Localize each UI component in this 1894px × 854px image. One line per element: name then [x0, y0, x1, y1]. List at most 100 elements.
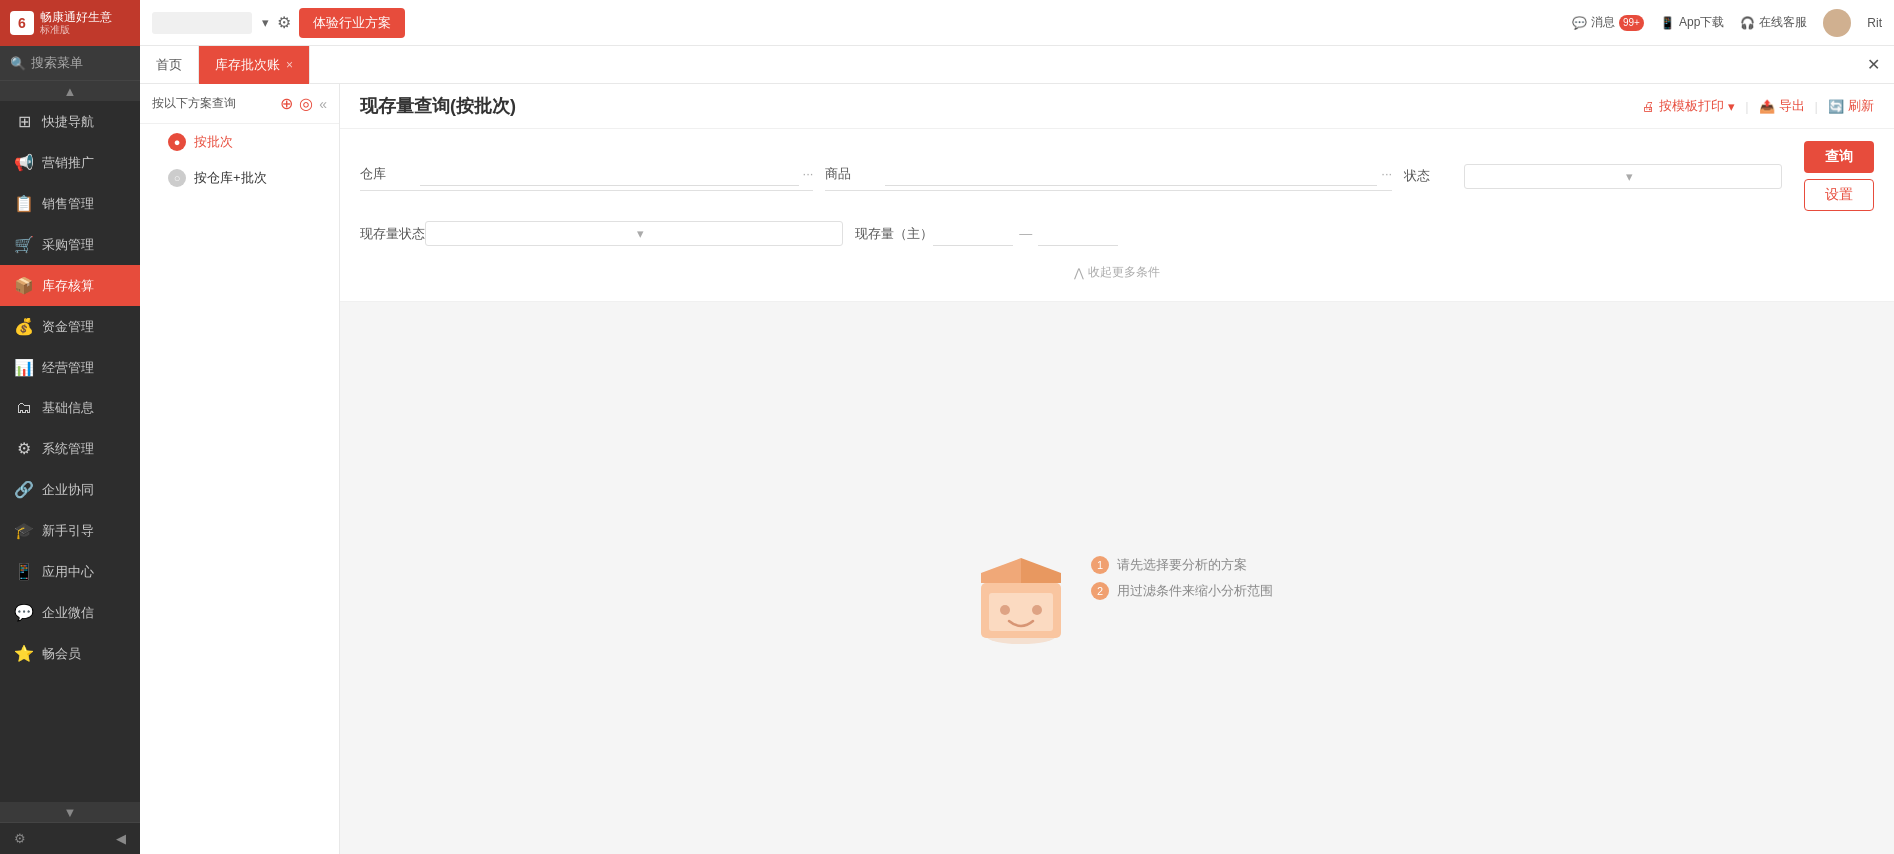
query-button[interactable]: 查询: [1804, 141, 1874, 173]
right-content: 现存量查询(按批次) 🖨 按模板打印 ▾ | 📤 导出 | 🔄: [340, 84, 1894, 854]
settings-button[interactable]: 设置: [1804, 179, 1874, 211]
scheme-item-batch[interactable]: ● 按批次: [140, 124, 339, 160]
app-download-button[interactable]: 📱 App下载: [1660, 14, 1724, 31]
sidebar-item-newbie[interactable]: 🎓 新手引导: [0, 510, 140, 551]
sidebar-item-operations[interactable]: 📊 经营管理: [0, 347, 140, 388]
sidebar-item-purchase[interactable]: 🛒 采购管理: [0, 224, 140, 265]
scheme-label: 按批次: [194, 133, 233, 151]
sidebar-item-weixin[interactable]: 💬 企业微信: [0, 592, 140, 633]
empty-state-content: 1 请先选择要分析的方案 2 用过滤条件来缩小分析范围: [961, 528, 1273, 628]
filter-row-1: 仓库 ··· 商品 ··· 状态 ▾: [360, 141, 1874, 211]
try-industry-button[interactable]: 体验行业方案: [299, 8, 405, 38]
stock-status-select[interactable]: ▾: [425, 221, 843, 246]
sidebar-item-appstore[interactable]: 📱 应用中心: [0, 551, 140, 592]
search-icon: 🔍: [10, 56, 26, 71]
stock-status-field: 现存量状态 ▾: [360, 221, 843, 246]
tab-close-icon[interactable]: ×: [286, 58, 293, 72]
system-icon: ⚙: [14, 439, 34, 458]
warehouse-label: 仓库: [360, 165, 420, 183]
app-name-block: 畅康通好生意 标准版: [40, 10, 112, 36]
online-service-button[interactable]: 🎧 在线客服: [1740, 14, 1807, 31]
qty-label: 现存量（主）: [855, 225, 933, 243]
sidebar-scroll-up[interactable]: ▲: [0, 81, 140, 101]
collapse-sidebar-icon[interactable]: ◀: [116, 831, 126, 846]
sidebar-item-enterprise[interactable]: 🔗 企业协同: [0, 469, 140, 510]
tab-inventory-batch[interactable]: 库存批次账 ×: [199, 46, 310, 84]
app-name: 畅康通好生意: [40, 10, 112, 24]
scheme-item-warehouse-batch[interactable]: ○ 按仓库+批次: [140, 160, 339, 196]
page-title: 现存量查询(按批次): [360, 94, 516, 118]
app-edition: 标准版: [40, 24, 112, 36]
svg-marker-4: [1021, 558, 1061, 583]
messages-label: 消息: [1591, 14, 1615, 31]
sidebar-search-label: 搜索菜单: [31, 54, 83, 72]
sidebar-item-basics[interactable]: 🗂 基础信息: [0, 388, 140, 428]
sidebar-item-quick-nav[interactable]: ⊞ 快捷导航: [0, 101, 140, 142]
headset-icon: 🎧: [1740, 16, 1755, 30]
add-scheme-icon[interactable]: ⊕: [280, 94, 293, 113]
qty-to-input[interactable]: [1038, 222, 1118, 246]
goods-more-icon[interactable]: ···: [1381, 166, 1392, 181]
goods-field: 商品 ···: [825, 162, 1392, 191]
print-dropdown-icon[interactable]: ▾: [1728, 99, 1735, 114]
tab-home[interactable]: 首页: [140, 46, 199, 84]
collapse-more-button[interactable]: ⋀ 收起更多条件: [360, 256, 1874, 289]
target-icon[interactable]: ◎: [299, 94, 313, 113]
sidebar-item-finance[interactable]: 💰 资金管理: [0, 306, 140, 347]
tab-panel-close-button[interactable]: ✕: [1853, 55, 1894, 74]
tip-1-num: 1: [1091, 556, 1109, 574]
sidebar-item-label: 销售管理: [42, 195, 94, 213]
purchase-icon: 🛒: [14, 235, 34, 254]
sidebar-search-bar[interactable]: 🔍 搜索菜单: [0, 46, 140, 81]
breadcrumb-dropdown-icon[interactable]: ▾: [262, 15, 269, 30]
tip-2-text: 用过滤条件来缩小分析范围: [1117, 582, 1273, 600]
svg-point-5: [1000, 605, 1010, 615]
sidebar-item-system[interactable]: ⚙ 系统管理: [0, 428, 140, 469]
warehouse-field: 仓库 ···: [360, 162, 813, 191]
sidebar-item-label: 企业协同: [42, 481, 94, 499]
status-select[interactable]: ▾: [1464, 164, 1782, 189]
sidebar-item-marketing[interactable]: 📢 营销推广: [0, 142, 140, 183]
settings-icon[interactable]: ⚙: [14, 831, 26, 846]
divider-1: |: [1745, 99, 1748, 114]
sidebar: 6 畅康通好生意 标准版 🔍 搜索菜单 ▲ ⊞ 快捷导航 📢 营销推广 📋 销售…: [0, 0, 140, 854]
svg-marker-3: [981, 558, 1021, 583]
topbar-gear-icon[interactable]: ⚙: [277, 13, 291, 32]
left-panel-actions: ⊕ ◎ «: [280, 94, 327, 113]
sidebar-item-label: 企业微信: [42, 604, 94, 622]
export-button[interactable]: 📤 导出: [1759, 97, 1805, 115]
status-label: 状态: [1404, 167, 1464, 185]
topbar-right-actions: 💬 消息 99+ 📱 App下载 🎧 在线客服 Rit: [1572, 9, 1882, 37]
page-header: 现存量查询(按批次) 🖨 按模板打印 ▾ | 📤 导出 | 🔄: [340, 84, 1894, 129]
messages-button[interactable]: 💬 消息 99+: [1572, 14, 1644, 31]
member-icon: ⭐: [14, 644, 34, 663]
refresh-label: 刷新: [1848, 97, 1874, 115]
sidebar-item-sales[interactable]: 📋 销售管理: [0, 183, 140, 224]
sidebar-item-label: 系统管理: [42, 440, 94, 458]
marketing-icon: 📢: [14, 153, 34, 172]
user-avatar[interactable]: [1823, 9, 1851, 37]
sidebar-item-label: 库存核算: [42, 277, 94, 295]
sidebar-item-label: 资金管理: [42, 318, 94, 336]
sidebar-nav: ⊞ 快捷导航 📢 营销推广 📋 销售管理 🛒 采购管理 📦 库存核算 💰 资金管…: [0, 101, 140, 802]
breadcrumb-input[interactable]: [152, 12, 252, 34]
empty-state: 1 请先选择要分析的方案 2 用过滤条件来缩小分析范围: [340, 302, 1894, 854]
goods-input[interactable]: [885, 162, 1377, 186]
warehouse-more-icon[interactable]: ···: [803, 166, 814, 181]
refresh-button[interactable]: 🔄 刷新: [1828, 97, 1874, 115]
sidebar-item-label: 应用中心: [42, 563, 94, 581]
collapse-panel-icon[interactable]: «: [319, 96, 327, 112]
print-button[interactable]: 🖨 按模板打印 ▾: [1642, 97, 1735, 115]
warehouse-input[interactable]: [420, 162, 799, 186]
empty-illustration: [961, 528, 1061, 628]
sidebar-item-inventory[interactable]: 📦 库存核算: [0, 265, 140, 306]
sidebar-item-member[interactable]: ⭐ 畅会员: [0, 633, 140, 674]
topbar: ▾ ⚙ 体验行业方案 💬 消息 99+ 📱 App下载 🎧 在线客服 Rit: [140, 0, 1894, 46]
sidebar-scroll-down[interactable]: ▼: [0, 802, 140, 822]
online-service-label: 在线客服: [1759, 14, 1807, 31]
sidebar-footer: ⚙ ◀: [0, 822, 140, 854]
left-panel-header: 按以下方案查询 ⊕ ◎ «: [140, 84, 339, 124]
qty-from-input[interactable]: [933, 222, 1013, 246]
username-label[interactable]: Rit: [1867, 16, 1882, 30]
tab-inventory-batch-label: 库存批次账: [215, 56, 280, 74]
